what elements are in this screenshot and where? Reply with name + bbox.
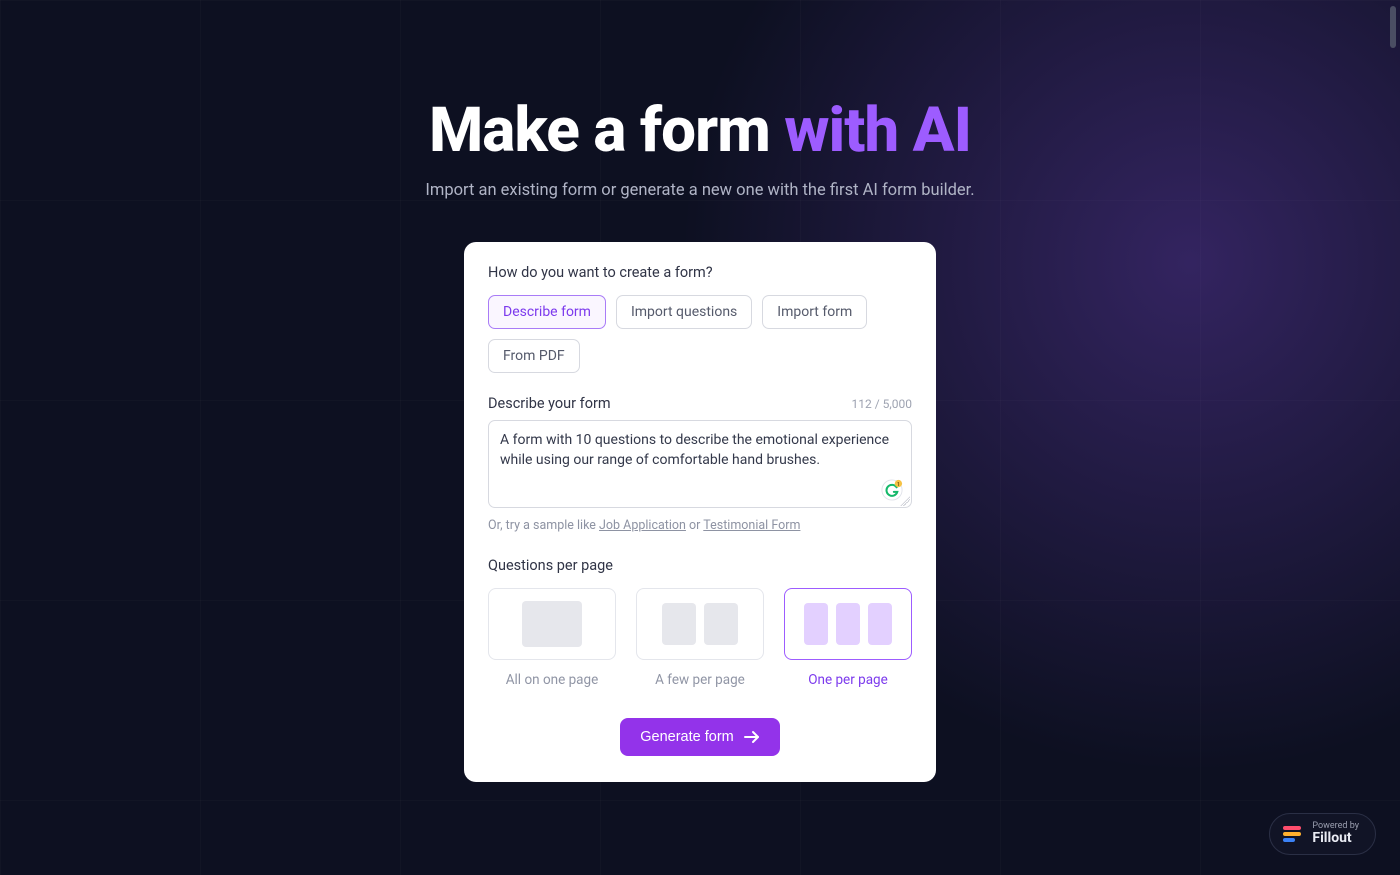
sample-link-testimonial-form[interactable]: Testimonial Form	[703, 518, 800, 533]
option-all-preview	[488, 588, 616, 660]
tab-import-form[interactable]: Import form	[762, 295, 867, 329]
page-subtitle: Import an existing form or generate a ne…	[425, 181, 974, 200]
sample-link-job-application[interactable]: Job Application	[599, 518, 686, 533]
tab-import-questions[interactable]: Import questions	[616, 295, 752, 329]
powered-by-badge[interactable]: Powered by Fillout	[1269, 813, 1376, 855]
fillout-logo-icon	[1282, 825, 1302, 843]
grammarly-icon[interactable]: 1	[881, 479, 903, 501]
tab-from-pdf[interactable]: From PDF	[488, 339, 580, 373]
option-all-on-one-page[interactable]: All on one page	[488, 588, 616, 688]
svg-text:1: 1	[897, 482, 900, 488]
preview-block-icon	[804, 603, 828, 645]
generate-form-label: Generate form	[640, 729, 734, 745]
creation-method-tabs: Describe form Import questions Import fo…	[488, 295, 912, 373]
questions-per-page-label: Questions per page	[488, 557, 912, 574]
describe-textarea-wrap: 1	[488, 420, 912, 508]
option-all-label: All on one page	[506, 672, 599, 688]
page: Make a form with AI Import an existing f…	[0, 0, 1400, 875]
describe-textarea[interactable]	[489, 421, 911, 507]
sample-hint: Or, try a sample like Job Application or…	[488, 518, 912, 533]
preview-block-icon	[836, 603, 860, 645]
option-one-label: One per page	[808, 672, 888, 688]
tab-describe-form[interactable]: Describe form	[488, 295, 606, 329]
option-few-per-page[interactable]: A few per page	[636, 588, 764, 688]
preview-block-icon	[662, 603, 696, 645]
option-few-preview	[636, 588, 764, 660]
sample-prefix: Or, try a sample like	[488, 518, 599, 533]
cta-row: Generate form	[488, 718, 912, 756]
powered-by-text: Powered by Fillout	[1312, 822, 1359, 846]
preview-block-icon	[868, 603, 892, 645]
describe-header-row: Describe your form 112 / 5,000	[488, 395, 912, 412]
title-plain: Make a form	[429, 94, 784, 167]
option-one-per-page[interactable]: One per page	[784, 588, 912, 688]
generate-form-button[interactable]: Generate form	[620, 718, 780, 756]
sample-sep: or	[686, 518, 703, 533]
char-counter: 112 / 5,000	[852, 397, 912, 411]
creation-method-label: How do you want to create a form?	[488, 264, 912, 281]
arrow-right-icon	[744, 730, 760, 744]
preview-block-icon	[522, 601, 582, 647]
questions-per-page-options: All on one page A few per page One per p…	[488, 588, 912, 688]
powered-by-brand: Fillout	[1312, 831, 1359, 846]
option-few-label: A few per page	[655, 672, 745, 688]
form-card: How do you want to create a form? Descri…	[464, 242, 936, 782]
preview-block-icon	[704, 603, 738, 645]
option-one-preview	[784, 588, 912, 660]
title-accent: with AI	[784, 94, 971, 167]
page-title: Make a form with AI	[429, 98, 971, 163]
describe-label: Describe your form	[488, 395, 611, 412]
